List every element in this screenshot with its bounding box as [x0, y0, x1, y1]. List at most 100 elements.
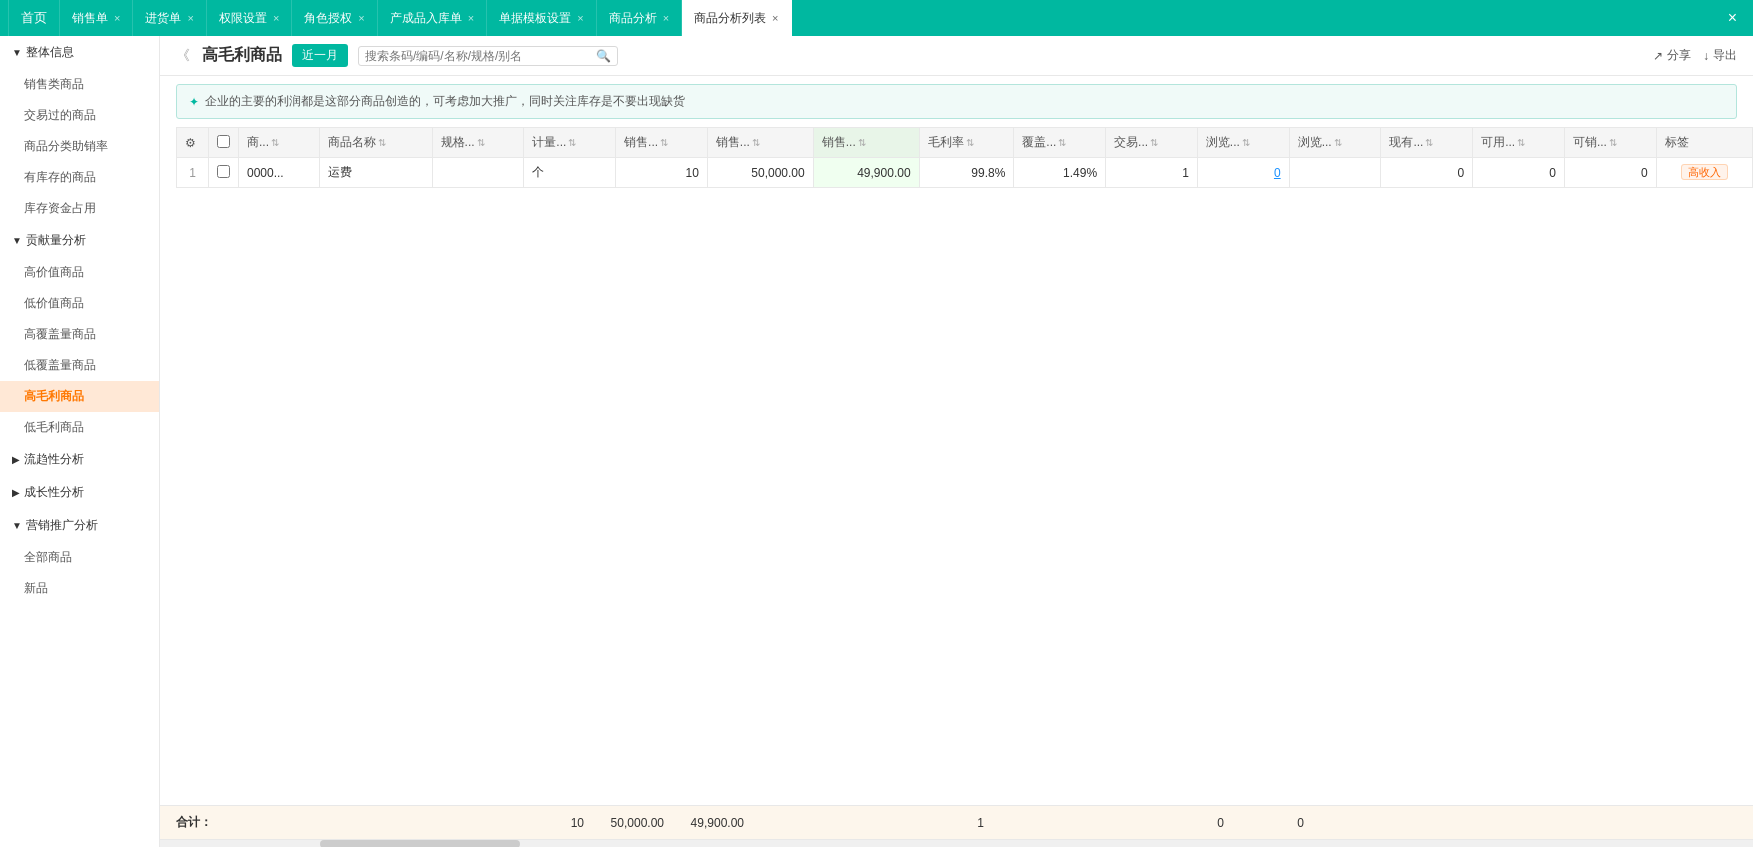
nav-template[interactable]: 单据模板设置 × — [487, 0, 596, 36]
nav-purchase-close[interactable]: × — [187, 12, 193, 24]
search-input[interactable] — [365, 49, 596, 63]
sidebar-item-stock-capital[interactable]: 库存资金占用 — [0, 193, 159, 224]
footer-label: 合计： — [176, 814, 212, 831]
th-tag[interactable]: 标签 — [1656, 128, 1752, 158]
footer-cells: 10 50,000.00 49,900.00 1 0 0 — [252, 816, 1737, 830]
sort-icon-sales-cost: ⇅ — [858, 137, 866, 148]
cell-checkbox[interactable] — [209, 158, 239, 188]
nav-inbound-close[interactable]: × — [468, 12, 474, 24]
table-container: ⚙ 商... ⇅ 商品名称 — [160, 127, 1753, 805]
sidebar-group-growth[interactable]: ▶ 成长性分析 — [0, 476, 159, 509]
table-footer: 合计： 10 50,000.00 49,900.00 1 0 0 — [160, 805, 1753, 839]
th-saleable[interactable]: 可销... ⇅ — [1564, 128, 1656, 158]
filter-recent-month-button[interactable]: 近一月 — [292, 44, 348, 67]
th-code[interactable]: 商... ⇅ — [239, 128, 320, 158]
sidebar-item-category-rate[interactable]: 商品分类助销率 — [0, 131, 159, 162]
nav-sales-close[interactable]: × — [114, 12, 120, 24]
top-nav: 首页 销售单 × 进货单 × 权限设置 × 角色授权 × 产成品入库单 × 单据… — [0, 0, 1753, 36]
sidebar-item-traded[interactable]: 交易过的商品 — [0, 100, 159, 131]
cell-sales-amount: 50,000.00 — [707, 158, 813, 188]
sidebar-item-in-stock[interactable]: 有库存的商品 — [0, 162, 159, 193]
footer-empty3 — [992, 816, 1072, 830]
cell-view1[interactable]: 0 — [1197, 158, 1289, 188]
nav-permissions[interactable]: 权限设置 × — [207, 0, 292, 36]
sidebar-item-new-goods[interactable]: 新品 — [0, 573, 159, 604]
bottom-scrollbar[interactable] — [160, 839, 1753, 847]
th-name[interactable]: 商品名称 ⇅ — [319, 128, 432, 158]
content-area: 《 高毛利商品 近一月 🔍 ↗ 分享 ↓ 导出 ✦ 企业的主要 — [160, 36, 1753, 847]
th-view1[interactable]: 浏览... ⇅ — [1197, 128, 1289, 158]
table-row: 1 0000... 运费 个 10 50,000.00 49,900.00 99… — [177, 158, 1753, 188]
cell-trade: 1 — [1106, 158, 1198, 188]
sort-icon-trade: ⇅ — [1150, 137, 1158, 148]
th-sales-cost[interactable]: 销售... ⇅ — [813, 128, 919, 158]
nav-template-close[interactable]: × — [577, 12, 583, 24]
main-layout: ▼ 整体信息 销售类商品 交易过的商品 商品分类助销率 有库存的商品 库存资金占… — [0, 36, 1753, 847]
footer-sales-qty: 10 — [512, 816, 592, 830]
sidebar-item-low-coverage[interactable]: 低覆盖量商品 — [0, 350, 159, 381]
nav-purchase[interactable]: 进货单 × — [133, 0, 206, 36]
sidebar-item-sales-goods[interactable]: 销售类商品 — [0, 69, 159, 100]
th-trade[interactable]: 交易... ⇅ — [1106, 128, 1198, 158]
nav-analysis-list[interactable]: 商品分析列表 × — [682, 0, 791, 36]
cell-name: 运费 — [319, 158, 432, 188]
th-spec[interactable]: 规格... ⇅ — [432, 128, 524, 158]
cell-spec — [432, 158, 524, 188]
nav-permissions-close[interactable]: × — [273, 12, 279, 24]
sort-icon-view1: ⇅ — [1242, 137, 1250, 148]
nav-home[interactable]: 首页 — [8, 0, 60, 36]
cell-code: 0000... — [239, 158, 320, 188]
th-unit[interactable]: 计量... ⇅ — [524, 128, 616, 158]
th-gross-margin[interactable]: 毛利率 ⇅ — [919, 128, 1014, 158]
data-table: ⚙ 商... ⇅ 商品名称 — [176, 127, 1753, 188]
sidebar-item-high-margin[interactable]: 高毛利商品 — [0, 381, 159, 412]
th-sales-qty[interactable]: 销售... ⇅ — [616, 128, 708, 158]
nav-analysis-close[interactable]: × — [663, 12, 669, 24]
page-title: 高毛利商品 — [202, 45, 282, 66]
th-checkbox[interactable] — [209, 128, 239, 158]
th-setting[interactable]: ⚙ — [177, 128, 209, 158]
share-button[interactable]: ↗ 分享 — [1653, 47, 1691, 64]
sidebar-item-high-value[interactable]: 高价值商品 — [0, 257, 159, 288]
arrow-contribution: ▼ — [12, 235, 22, 246]
th-view2[interactable]: 浏览... ⇅ — [1289, 128, 1381, 158]
nav-sales[interactable]: 销售单 × — [60, 0, 133, 36]
sidebar: ▼ 整体信息 销售类商品 交易过的商品 商品分类助销率 有库存的商品 库存资金占… — [0, 36, 160, 847]
share-icon: ↗ — [1653, 49, 1663, 63]
footer-empty1 — [752, 816, 832, 830]
sidebar-item-low-value[interactable]: 低价值商品 — [0, 288, 159, 319]
nav-analysis-list-close[interactable]: × — [772, 12, 778, 24]
cell-view2 — [1289, 158, 1381, 188]
search-icon[interactable]: 🔍 — [596, 49, 611, 63]
window-close-button[interactable]: × — [1720, 9, 1745, 27]
nav-inbound[interactable]: 产成品入库单 × — [378, 0, 487, 36]
sidebar-item-low-margin[interactable]: 低毛利商品 — [0, 412, 159, 443]
select-all-checkbox[interactable] — [217, 135, 230, 148]
sidebar-group-contribution[interactable]: ▼ 贡献量分析 — [0, 224, 159, 257]
scrollbar-thumb[interactable] — [320, 840, 520, 847]
th-current[interactable]: 现有... ⇅ — [1381, 128, 1473, 158]
sidebar-collapse-button[interactable]: 《 — [176, 47, 190, 65]
sort-icon-saleable: ⇅ — [1609, 137, 1617, 148]
row-checkbox[interactable] — [217, 165, 230, 178]
cell-sales-cost: 49,900.00 — [813, 158, 919, 188]
sort-icon-sales-amount: ⇅ — [752, 137, 760, 148]
footer-trade: 1 — [912, 816, 992, 830]
sidebar-item-high-coverage[interactable]: 高覆盖量商品 — [0, 319, 159, 350]
footer-sales-cost: 49,900.00 — [672, 816, 752, 830]
nav-roles[interactable]: 角色授权 × — [292, 0, 377, 36]
th-sales-amount[interactable]: 销售... ⇅ — [707, 128, 813, 158]
th-coverage[interactable]: 覆盖... ⇅ — [1014, 128, 1106, 158]
sidebar-group-trend[interactable]: ▶ 流趋性分析 — [0, 443, 159, 476]
sidebar-group-marketing[interactable]: ▼ 营销推广分析 — [0, 509, 159, 542]
sidebar-group-overall[interactable]: ▼ 整体信息 — [0, 36, 159, 69]
sort-icon-name: ⇅ — [378, 137, 386, 148]
th-available[interactable]: 可用... ⇅ — [1473, 128, 1565, 158]
arrow-trend: ▶ — [12, 454, 20, 465]
nav-analysis[interactable]: 商品分析 × — [597, 0, 682, 36]
nav-roles-close[interactable]: × — [358, 12, 364, 24]
export-button[interactable]: ↓ 导出 — [1703, 47, 1737, 64]
sort-icon-coverage: ⇅ — [1058, 137, 1066, 148]
tip-icon: ✦ — [189, 95, 199, 109]
sidebar-item-all-goods[interactable]: 全部商品 — [0, 542, 159, 573]
